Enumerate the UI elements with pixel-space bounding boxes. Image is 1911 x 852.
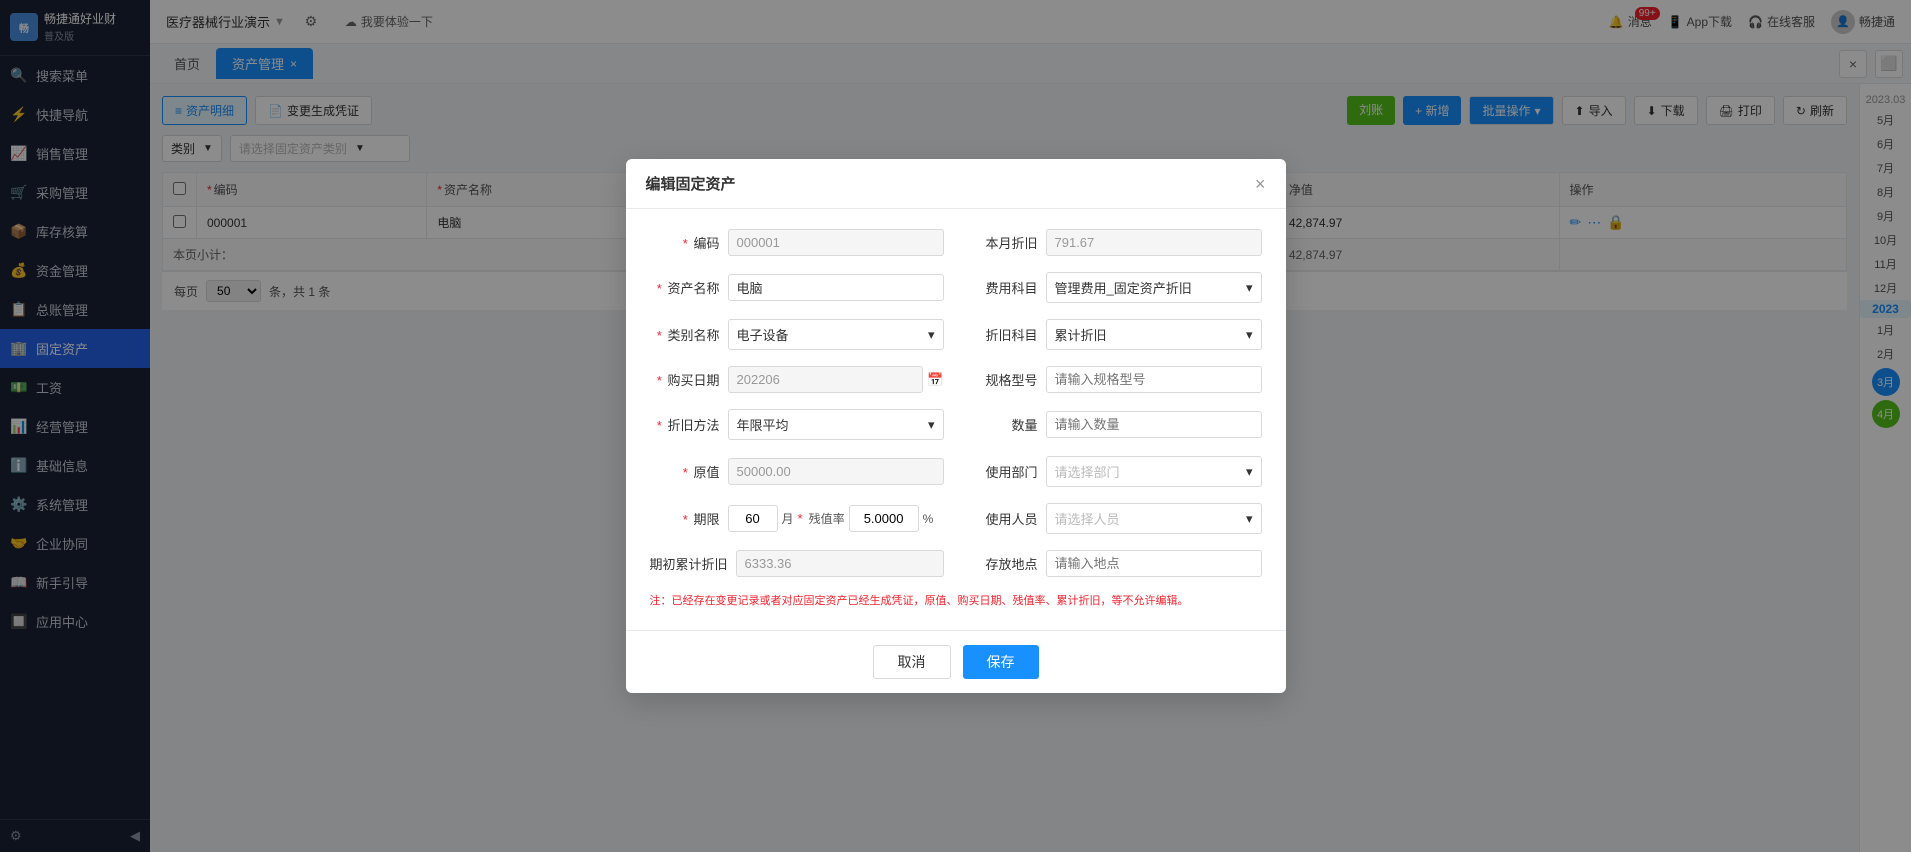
form-row-deprec-subject: 折旧科目 累计折旧 ▾ [968, 319, 1262, 350]
user-select[interactable]: 请选择人员 ▾ [1046, 503, 1262, 534]
modal-body: * 编码 本月折旧 * 资产名称 费用科目 管理费用_固定资产折旧 [626, 209, 1286, 630]
period-group: 月 * 残值率 % [728, 505, 944, 532]
modal-title: 编辑固定资产 [646, 173, 736, 194]
form-row-initial-deprec: 期初累计折旧 [650, 550, 944, 577]
form-row-location: 存放地点 [968, 550, 1262, 577]
initial-deprec-input[interactable] [736, 550, 944, 577]
category-dropdown-icon: ▾ [928, 327, 935, 343]
dept-label: 使用部门 [968, 462, 1038, 481]
residual-unit: % [923, 512, 934, 526]
form-row-this-month-deprec: 本月折旧 [968, 229, 1262, 256]
save-button[interactable]: 保存 [963, 645, 1039, 679]
form-row-dept: 使用部门 请选择部门 ▾ [968, 456, 1262, 487]
form-row-code: * 编码 [650, 229, 944, 256]
form-row-period: * 期限 月 * 残值率 % [650, 503, 944, 534]
form-row-purchase-date: * 购买日期 📅 [650, 366, 944, 393]
deprec-method-label: * 折旧方法 [650, 415, 720, 434]
residual-label: 残值率 [809, 510, 845, 527]
category-select[interactable]: 电子设备 ▾ [728, 319, 944, 350]
expense-subject-select[interactable]: 管理费用_固定资产折旧 ▾ [1046, 272, 1262, 303]
this-month-deprec-label: 本月折旧 [968, 233, 1038, 252]
deprec-subject-select[interactable]: 累计折旧 ▾ [1046, 319, 1262, 350]
expense-subject-label: 费用科目 [968, 278, 1038, 297]
modal-close-button[interactable]: × [1255, 175, 1266, 193]
form-row-expense-subject: 费用科目 管理费用_固定资产折旧 ▾ [968, 272, 1262, 303]
modal-note: 注：已经存在变更记录或者对应固定资产已经生成凭证，原值、购买日期、残值率、累计折… [650, 593, 1262, 610]
form-row-spec-model: 规格型号 [968, 366, 1262, 393]
purchase-date-label: * 购买日期 [650, 370, 720, 389]
modal-header: 编辑固定资产 × [626, 159, 1286, 209]
calendar-icon[interactable]: 📅 [927, 372, 943, 388]
original-value-input[interactable] [728, 458, 944, 485]
user-dropdown-icon: ▾ [1246, 511, 1253, 527]
edit-asset-modal: 编辑固定资产 × * 编码 本月折旧 * 资产名称 [626, 159, 1286, 693]
spec-model-input[interactable] [1046, 366, 1262, 393]
cancel-button[interactable]: 取消 [873, 645, 951, 679]
category-label: * 类别名称 [650, 325, 720, 344]
deprec-subject-dropdown-icon: ▾ [1246, 327, 1253, 343]
form-row-category: * 类别名称 电子设备 ▾ [650, 319, 944, 350]
initial-deprec-label: 期初累计折旧 [650, 554, 728, 573]
location-label: 存放地点 [968, 554, 1038, 573]
form-row-quantity: 数量 [968, 409, 1262, 440]
form-row-original-value: * 原值 [650, 456, 944, 487]
modal-footer: 取消 保存 [626, 630, 1286, 693]
user-label: 使用人员 [968, 509, 1038, 528]
spec-model-label: 规格型号 [968, 370, 1038, 389]
period-unit: 月 [782, 510, 794, 527]
form-row-user: 使用人员 请选择人员 ▾ [968, 503, 1262, 534]
original-value-label: * 原值 [650, 462, 720, 481]
location-input[interactable] [1046, 550, 1262, 577]
form-row-asset-name: * 资产名称 [650, 272, 944, 303]
quantity-label: 数量 [968, 415, 1038, 434]
asset-name-label: * 资产名称 [650, 278, 720, 297]
purchase-date-input[interactable] [728, 366, 924, 393]
modal-overlay: 编辑固定资产 × * 编码 本月折旧 * 资产名称 [0, 0, 1911, 852]
residual-input[interactable] [849, 505, 919, 532]
deprec-method-select[interactable]: 年限平均 ▾ [728, 409, 944, 440]
dept-select[interactable]: 请选择部门 ▾ [1046, 456, 1262, 487]
period-label: * 期限 [650, 509, 720, 528]
dept-dropdown-icon: ▾ [1246, 464, 1253, 480]
deprec-subject-label: 折旧科目 [968, 325, 1038, 344]
deprec-method-dropdown-icon: ▾ [928, 417, 935, 433]
asset-name-input[interactable] [728, 274, 944, 301]
expense-subject-dropdown-icon: ▾ [1246, 280, 1253, 296]
quantity-input[interactable] [1046, 411, 1262, 438]
code-label: * 编码 [650, 233, 720, 252]
code-input[interactable] [728, 229, 944, 256]
period-input[interactable] [728, 505, 778, 532]
this-month-deprec-input[interactable] [1046, 229, 1262, 256]
form-row-deprec-method: * 折旧方法 年限平均 ▾ [650, 409, 944, 440]
